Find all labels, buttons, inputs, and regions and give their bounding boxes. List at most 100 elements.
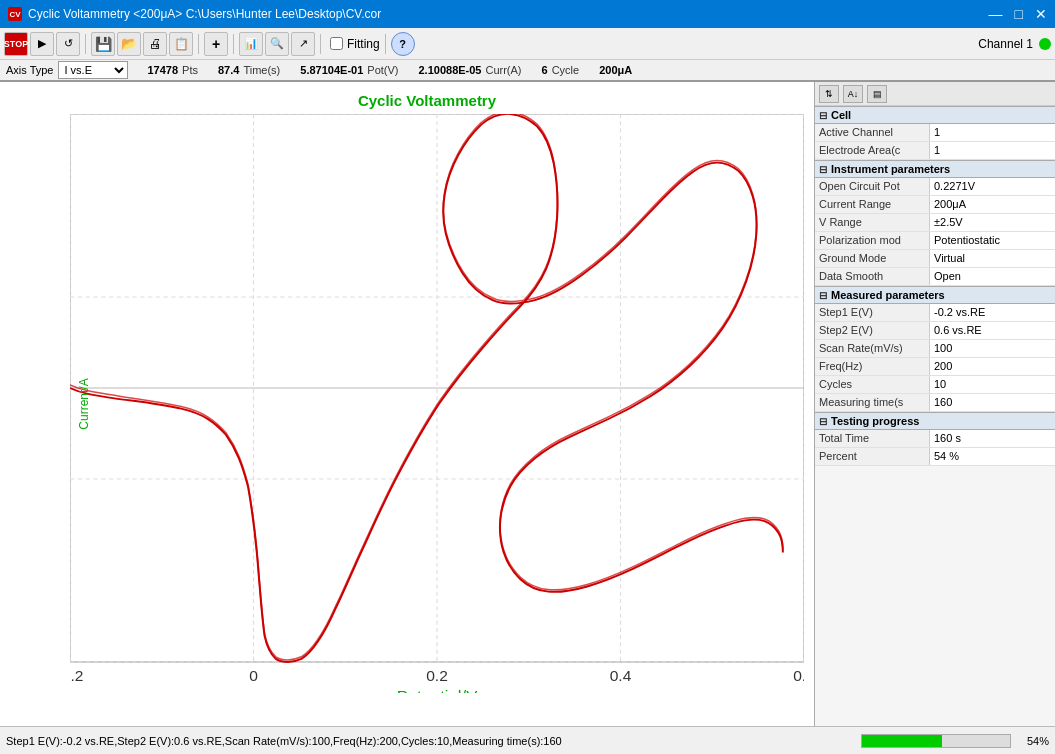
svg-text:0: 0 (249, 667, 258, 683)
progress-bar-container (861, 734, 1011, 748)
cycle-item: 6 Cycle (542, 64, 580, 76)
window-controls[interactable]: — □ ✕ (989, 6, 1047, 22)
ocp-row: Open Circuit Pot 0.2271V (815, 178, 1055, 196)
ground-mode-value: Virtual (930, 250, 1055, 267)
active-channel-value: 1 (930, 124, 1055, 141)
chart-wrapper: Current/A (50, 114, 804, 693)
step2-row: Step2 E(V) 0.6 vs.RE (815, 322, 1055, 340)
measuring-time-value: 160 (930, 394, 1055, 411)
electrode-area-label: Electrode Area(c (815, 142, 930, 159)
separator1 (85, 34, 86, 54)
close-btn[interactable]: ✕ (1035, 6, 1047, 22)
bottom-status-text: Step1 E(V):-0.2 vs.RE,Step2 E(V):0.6 vs.… (6, 735, 861, 747)
panel-alpha-btn[interactable]: A↓ (843, 85, 863, 103)
polarization-value: Potentiostatic (930, 232, 1055, 249)
copy-button[interactable]: 📋 (169, 32, 193, 56)
total-time-row: Total Time 160 s (815, 430, 1055, 448)
measured-toggle-icon: ⊟ (819, 290, 827, 301)
data-smooth-row: Data Smooth Open (815, 268, 1055, 286)
svg-text:Potential/V: Potential/V (397, 687, 478, 693)
axis-type-select[interactable]: I vs.E E vs.I (58, 61, 128, 79)
cycle-label: Cycle (552, 64, 580, 76)
active-channel-label: Active Channel (815, 124, 930, 141)
y-axis-label: Current/A (77, 378, 91, 429)
separator5 (385, 34, 386, 54)
window-title: Cyclic Voltammetry <200μA> C:\Users\Hunt… (28, 7, 381, 21)
separator4 (320, 34, 321, 54)
pts-value: 17478 (148, 64, 179, 76)
v-range-label: V Range (815, 214, 930, 231)
separator3 (233, 34, 234, 54)
ocp-value: 0.2271V (930, 178, 1055, 195)
measured-section-header[interactable]: ⊟ Measured parameters (815, 286, 1055, 304)
scan-rate-value: 100 (930, 340, 1055, 357)
testing-section-header[interactable]: ⊟ Testing progress (815, 412, 1055, 430)
add-button[interactable]: + (204, 32, 228, 56)
current-range-value: 200μA (930, 196, 1055, 213)
chart-svg: -0.2 0 0.2 0.4 0.6 -5E-5 0 5E-5 Potentia… (70, 114, 804, 693)
ground-mode-label: Ground Mode (815, 250, 930, 267)
status-bar: Axis Type I vs.E E vs.I 17478 Pts 87.4 T… (0, 60, 1055, 82)
curr-label: Curr(A) (485, 64, 521, 76)
cell-section-label: Cell (831, 109, 851, 121)
data-smooth-label: Data Smooth (815, 268, 930, 285)
open-button[interactable]: 📂 (117, 32, 141, 56)
pot-item: 5.87104E-01 Pot(V) (300, 64, 398, 76)
measuring-time-row: Measuring time(s 160 (815, 394, 1055, 412)
scan-rate-label: Scan Rate(mV/s) (815, 340, 930, 357)
time-value: 87.4 (218, 64, 239, 76)
data-smooth-value: Open (930, 268, 1055, 285)
cycles-row: Cycles 10 (815, 376, 1055, 394)
current-range-label: Current Range (815, 196, 930, 213)
percent-value: 54 % (930, 448, 1055, 465)
polarization-row: Polarization mod Potentiostatic (815, 232, 1055, 250)
step1-label: Step1 E(V) (815, 304, 930, 321)
percent-display: 54% (1019, 735, 1049, 747)
fitting-checkbox[interactable] (330, 37, 343, 50)
panel-expand-btn[interactable]: ▤ (867, 85, 887, 103)
freq-label: Freq(Hz) (815, 358, 930, 375)
scan-rate-row: Scan Rate(mV/s) 100 (815, 340, 1055, 358)
total-time-label: Total Time (815, 430, 930, 447)
polarization-label: Polarization mod (815, 232, 930, 249)
run-button[interactable]: ▶ (30, 32, 54, 56)
pts-item: 17478 Pts (148, 64, 199, 76)
total-time-value: 160 s (930, 430, 1055, 447)
title-bar-left: CV Cyclic Voltammetry <200μA> C:\Users\H… (8, 7, 381, 21)
time-label: Time(s) (243, 64, 280, 76)
zoom-button[interactable]: 🔍 (265, 32, 289, 56)
maximize-btn[interactable]: □ (1015, 6, 1023, 22)
step1-row: Step1 E(V) -0.2 vs.RE (815, 304, 1055, 322)
svg-text:0.6: 0.6 (793, 667, 804, 683)
graph-button[interactable]: 📊 (239, 32, 263, 56)
save-button[interactable]: 💾 (91, 32, 115, 56)
pointer-button[interactable]: ↗ (291, 32, 315, 56)
minimize-btn[interactable]: — (989, 6, 1003, 22)
refresh-button[interactable]: ↺ (56, 32, 80, 56)
axis-type-label: Axis Type (6, 64, 54, 76)
main-content: Cyclic Voltammetry Current/A (0, 82, 1055, 726)
pts-label: Pts (182, 64, 198, 76)
pot-label: Pot(V) (367, 64, 398, 76)
chart-area: Cyclic Voltammetry Current/A (0, 82, 815, 726)
cell-section-header[interactable]: ⊟ Cell (815, 106, 1055, 124)
print-button[interactable]: 🖨 (143, 32, 167, 56)
curr-item: 2.10088E-05 Curr(A) (418, 64, 521, 76)
stop-button[interactable]: STOP (4, 32, 28, 56)
instrument-section-header[interactable]: ⊟ Instrument parameters (815, 160, 1055, 178)
title-bar: CV Cyclic Voltammetry <200μA> C:\Users\H… (0, 0, 1055, 28)
toolbar: STOP ▶ ↺ 💾 📂 🖨 📋 + 📊 🔍 ↗ Fitting ? Chann… (0, 28, 1055, 60)
help-button[interactable]: ? (391, 32, 415, 56)
panel-sort-btn[interactable]: ⇅ (819, 85, 839, 103)
freq-row: Freq(Hz) 200 (815, 358, 1055, 376)
electrode-area-row: Electrode Area(c 1 (815, 142, 1055, 160)
time-item: 87.4 Time(s) (218, 64, 280, 76)
cycles-value: 10 (930, 376, 1055, 393)
svg-text:0.4: 0.4 (610, 667, 632, 683)
measuring-time-label: Measuring time(s (815, 394, 930, 411)
step2-value: 0.6 vs.RE (930, 322, 1055, 339)
active-channel-row: Active Channel 1 (815, 124, 1055, 142)
separator2 (198, 34, 199, 54)
percent-label-prop: Percent (815, 448, 930, 465)
freq-value: 200 (930, 358, 1055, 375)
